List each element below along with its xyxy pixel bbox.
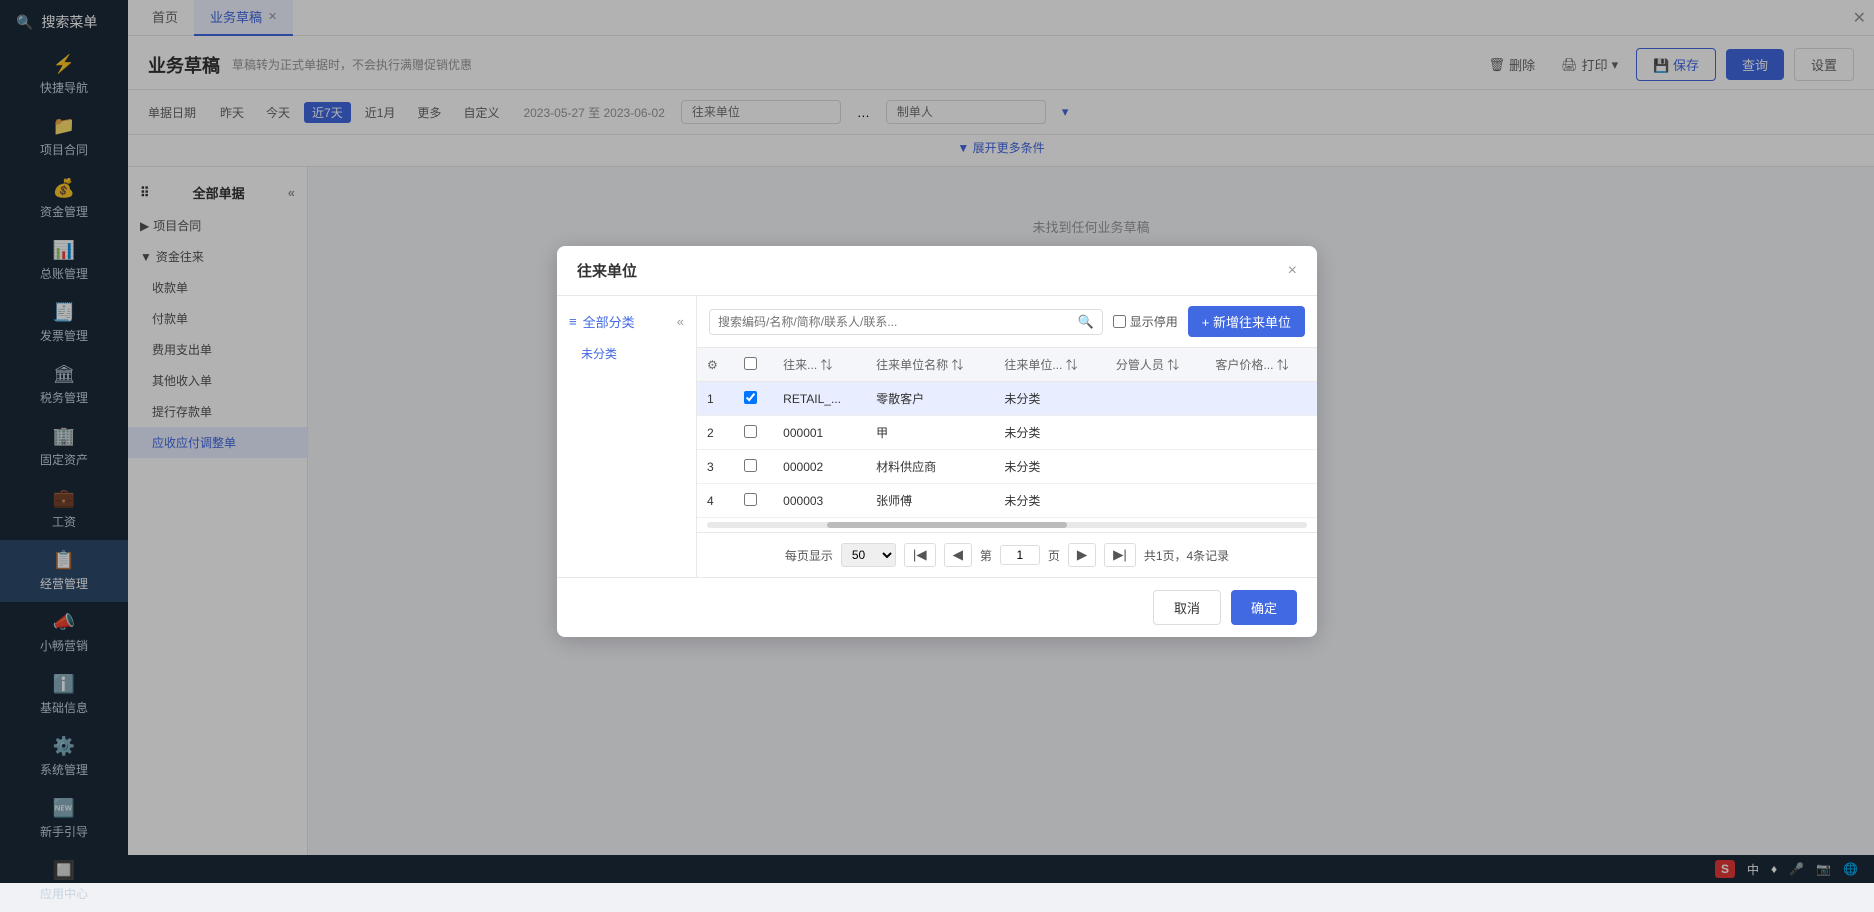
grid-icon: ≡ [569, 314, 577, 329]
all-category-label: 全部分类 [583, 312, 635, 331]
modal-toolbar: 🔍 显示停用 + 新增往来单位 [697, 296, 1317, 348]
next-page-btn[interactable]: ▶ [1068, 543, 1096, 567]
modal-title: 往来单位 [577, 260, 637, 281]
row-code: 000001 [773, 416, 866, 450]
modal-partner: 往来单位 × ≡ 全部分类 « 未分类 [557, 246, 1317, 637]
col-price[interactable]: 客户价格... ⇅ [1205, 348, 1317, 382]
row-price [1205, 416, 1317, 450]
add-partner-button[interactable]: + 新增往来单位 [1188, 306, 1305, 337]
row-manager [1106, 382, 1206, 416]
row-price [1205, 450, 1317, 484]
table-row[interactable]: 2 000001 甲 未分类 [697, 416, 1317, 450]
row-num: 1 [697, 382, 734, 416]
modal-search-box[interactable]: 🔍 [709, 309, 1103, 335]
table-row[interactable]: 4 000003 张师傅 未分类 [697, 484, 1317, 518]
row-num: 3 [697, 450, 734, 484]
row-category: 未分类 [994, 382, 1106, 416]
modal-table: ⚙ 往来... ⇅ 往来单位名称 ⇅ 往来单位... ⇅ 分管人员 ⇅ 客户价格… [697, 348, 1317, 518]
modal-sidebar-collapse[interactable]: « [677, 314, 684, 329]
col-code[interactable]: 往来... ⇅ [773, 348, 866, 382]
page-label: 第 [980, 547, 992, 564]
horizontal-scrollbar[interactable] [707, 522, 1307, 528]
row-category: 未分类 [994, 450, 1106, 484]
row-code: 000002 [773, 450, 866, 484]
sidebar-item-label: 应用中心 [40, 885, 88, 902]
show-disabled-label: 显示停用 [1130, 313, 1178, 330]
confirm-button[interactable]: 确定 [1231, 590, 1297, 625]
per-page-label: 每页显示 [785, 547, 833, 564]
search-icon: 🔍 [1078, 314, 1094, 330]
row-checkbox[interactable] [734, 450, 773, 484]
row-code: 000003 [773, 484, 866, 518]
table-row[interactable]: 3 000002 材料供应商 未分类 [697, 450, 1317, 484]
modal-pagination: 每页显示 50 100 200 |◀ ◀ 第 页 ▶ ▶| 共1页，4 [697, 532, 1317, 577]
row-name: 张师傅 [866, 484, 994, 518]
col-category[interactable]: 往来单位... ⇅ [994, 348, 1106, 382]
col-checkbox[interactable] [734, 348, 773, 382]
modal-search-input[interactable] [718, 315, 1072, 329]
row-manager [1106, 484, 1206, 518]
col-manager[interactable]: 分管人员 ⇅ [1106, 348, 1206, 382]
modal-overlay: 往来单位 × ≡ 全部分类 « 未分类 [128, 0, 1874, 883]
page-suffix: 页 [1048, 547, 1060, 564]
row-checkbox[interactable] [734, 484, 773, 518]
modal-sidebar-uncategorized[interactable]: 未分类 [557, 339, 696, 368]
modal-sidebar-all[interactable]: ≡ 全部分类 « [557, 304, 696, 339]
row-category: 未分类 [994, 416, 1106, 450]
scroll-thumb[interactable] [827, 522, 1067, 528]
row-name: 零散客户 [866, 382, 994, 416]
per-page-select[interactable]: 50 100 200 [841, 543, 896, 567]
select-all-checkbox[interactable] [744, 357, 757, 370]
row-checkbox[interactable] [734, 416, 773, 450]
modal-close-button[interactable]: × [1288, 262, 1297, 280]
row-num: 4 [697, 484, 734, 518]
row-name: 甲 [866, 416, 994, 450]
row-name: 材料供应商 [866, 450, 994, 484]
row-manager [1106, 450, 1206, 484]
row-num: 2 [697, 416, 734, 450]
row-price [1205, 382, 1317, 416]
modal-sidebar: ≡ 全部分类 « 未分类 [557, 296, 697, 577]
disabled-checkbox[interactable] [1113, 315, 1126, 328]
row-code: RETAIL_... [773, 382, 866, 416]
modal-header: 往来单位 × [557, 246, 1317, 296]
prev-page-btn[interactable]: ◀ [944, 543, 972, 567]
modal-content: 🔍 显示停用 + 新增往来单位 ⚙ [697, 296, 1317, 577]
cancel-button[interactable]: 取消 [1153, 590, 1221, 625]
main-area: 首页 业务草稿 ✕ ✕ 业务草稿 草稿转为正式单据时，不会执行满赠促销优惠 🗑 … [128, 0, 1874, 883]
col-settings[interactable]: ⚙ [697, 348, 734, 382]
row-checkbox[interactable] [734, 382, 773, 416]
row-category: 未分类 [994, 484, 1106, 518]
first-page-btn[interactable]: |◀ [904, 543, 936, 567]
last-page-btn[interactable]: ▶| [1104, 543, 1136, 567]
row-price [1205, 484, 1317, 518]
row-manager [1106, 416, 1206, 450]
total-info: 共1页，4条记录 [1144, 547, 1229, 564]
page-input[interactable] [1000, 545, 1040, 565]
show-disabled-checkbox[interactable]: 显示停用 [1113, 313, 1178, 330]
modal-footer: 取消 确定 [557, 577, 1317, 637]
col-name[interactable]: 往来单位名称 ⇅ [866, 348, 994, 382]
modal-body: ≡ 全部分类 « 未分类 🔍 [557, 296, 1317, 577]
table-row[interactable]: 1 RETAIL_... 零散客户 未分类 [697, 382, 1317, 416]
